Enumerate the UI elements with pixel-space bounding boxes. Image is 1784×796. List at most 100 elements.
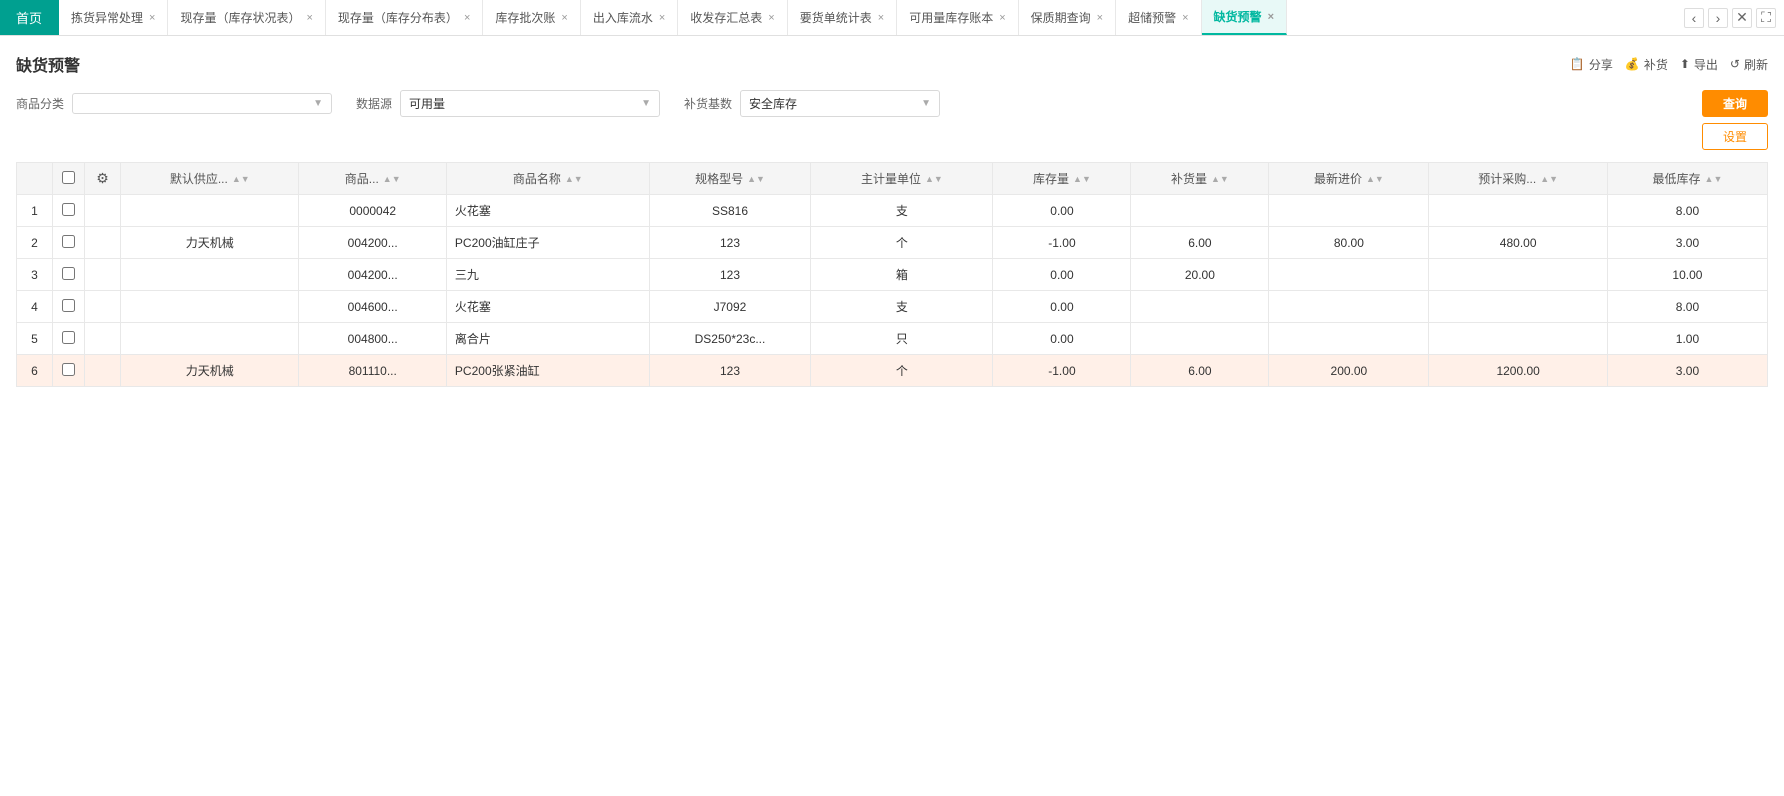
cell-settings-0 xyxy=(85,195,121,227)
th-name-sort-icon[interactable]: ▲▼ xyxy=(565,174,583,184)
share-label: 分享 xyxy=(1589,56,1613,73)
tab-overstock[interactable]: 超储预警× xyxy=(1116,0,1201,35)
cell-unit-0: 支 xyxy=(811,195,993,227)
refresh-button[interactable]: ↺ 刷新 xyxy=(1730,56,1768,73)
tab-stock2-close-icon[interactable]: × xyxy=(464,12,470,24)
tab-stock1[interactable]: 现存量（库存状况表）× xyxy=(168,0,325,35)
row-checkbox-1[interactable] xyxy=(62,235,75,248)
cell-check-5[interactable] xyxy=(53,355,85,387)
tab-receipt-close-icon[interactable]: × xyxy=(768,12,774,24)
tab-inout-label: 出入库流水 xyxy=(593,9,653,26)
tab-available[interactable]: 可用量库存账本 × xyxy=(897,0,1018,35)
query-button[interactable]: 查询 xyxy=(1702,90,1768,117)
th-replenish-label: 补货量 xyxy=(1171,170,1207,187)
cell-minstock-2: 10.00 xyxy=(1607,259,1767,291)
tab-stock2[interactable]: 现存量（库存分布表） × xyxy=(326,0,483,35)
th-spec: 规格型号 ▲▼ xyxy=(649,163,811,195)
th-code-sort-icon[interactable]: ▲▼ xyxy=(383,174,401,184)
filter-replenish-arrow-icon: ▼ xyxy=(921,98,931,109)
replenish-button[interactable]: 💰 补货 xyxy=(1625,56,1668,73)
row-checkbox-2[interactable] xyxy=(62,267,75,280)
th-estimate-label: 预计采购... xyxy=(1478,170,1536,187)
share-button[interactable]: 📋 分享 xyxy=(1570,56,1613,73)
filter-replenish-label: 补货基数 xyxy=(684,95,732,112)
cell-replenish-1: 6.00 xyxy=(1131,227,1269,259)
cell-stock-2: 0.00 xyxy=(993,259,1131,291)
cell-stock-1: -1.00 xyxy=(993,227,1131,259)
cell-supplier-5: 力天机械 xyxy=(121,355,299,387)
nav-next-btn[interactable]: › xyxy=(1708,8,1728,28)
cell-replenish-3 xyxy=(1131,291,1269,323)
tab-available-close-icon[interactable]: × xyxy=(999,12,1005,24)
settings-gear-icon[interactable]: ⚙ xyxy=(96,170,109,186)
filter-category-select[interactable]: ▼ xyxy=(72,93,332,114)
top-nav: 首页 拣货异常处理×现存量（库存状况表）×现存量（库存分布表）×库存批次账×出入… xyxy=(0,0,1784,36)
cell-check-1[interactable] xyxy=(53,227,85,259)
th-estimate-sort-icon[interactable]: ▲▼ xyxy=(1540,174,1558,184)
export-button[interactable]: ⬆ 导出 xyxy=(1680,56,1718,73)
th-stock-sort-icon[interactable]: ▲▼ xyxy=(1073,174,1091,184)
filter-datasource-select[interactable]: 可用量 ▼ xyxy=(400,90,660,117)
cell-name-2: 三九 xyxy=(446,259,649,291)
page-content: 缺货预警 📋 分享 💰 补货 ⬆ 导出 ↺ 刷新 商品分类 xyxy=(0,36,1784,796)
tab-batch[interactable]: 库存批次账 × xyxy=(483,0,580,35)
cell-check-0[interactable] xyxy=(53,195,85,227)
th-replenish-sort-icon[interactable]: ▲▼ xyxy=(1211,174,1229,184)
th-stock-label: 库存量 xyxy=(1033,170,1069,187)
row-checkbox-3[interactable] xyxy=(62,299,75,312)
settings-button[interactable]: 设置 xyxy=(1702,123,1768,150)
tab-abnormal[interactable]: 拣货异常处理× xyxy=(59,0,168,35)
select-all-checkbox[interactable] xyxy=(62,171,75,184)
tab-inout-close-icon[interactable]: × xyxy=(659,12,665,24)
row-checkbox-4[interactable] xyxy=(62,331,75,344)
tab-overstock-close-icon[interactable]: × xyxy=(1182,12,1188,24)
tab-expiry-close-icon[interactable]: × xyxy=(1097,12,1103,24)
tab-available-label: 可用量库存账本 xyxy=(909,9,993,26)
data-table: ⚙ 默认供应... ▲▼ 商品... ▲▼ 商品名称 xyxy=(16,162,1768,387)
tab-batch-close-icon[interactable]: × xyxy=(561,12,567,24)
cell-supplier-1: 力天机械 xyxy=(121,227,299,259)
row-checkbox-0[interactable] xyxy=(62,203,75,216)
cell-minstock-1: 3.00 xyxy=(1607,227,1767,259)
filter-replenish-group: 补货基数 安全库存 ▼ xyxy=(684,90,940,117)
cell-check-2[interactable] xyxy=(53,259,85,291)
cell-unit-2: 箱 xyxy=(811,259,993,291)
tab-home[interactable]: 首页 xyxy=(0,0,59,35)
tab-expiry[interactable]: 保质期查询 × xyxy=(1019,0,1116,35)
refresh-label: 刷新 xyxy=(1744,56,1768,73)
tab-stock2-label: 现存量（库存分布表） xyxy=(338,9,458,26)
share-icon: 📋 xyxy=(1570,57,1585,71)
filter-replenish-select[interactable]: 安全库存 ▼ xyxy=(740,90,940,117)
cell-estimate-5: 1200.00 xyxy=(1429,355,1607,387)
cell-estimate-4 xyxy=(1429,323,1607,355)
cell-price-5: 200.00 xyxy=(1269,355,1429,387)
nav-close-btn[interactable]: ✕ xyxy=(1732,8,1752,28)
tab-receipt[interactable]: 收发存汇总表× xyxy=(678,0,787,35)
nav-fullscreen-btn[interactable]: ⛶ xyxy=(1756,8,1776,28)
cell-check-4[interactable] xyxy=(53,323,85,355)
th-price-sort-icon[interactable]: ▲▼ xyxy=(1366,174,1384,184)
th-spec-sort-icon[interactable]: ▲▼ xyxy=(747,174,765,184)
cell-minstock-0: 8.00 xyxy=(1607,195,1767,227)
tab-inout[interactable]: 出入库流水 × xyxy=(581,0,678,35)
tab-shortage[interactable]: 缺货预警× xyxy=(1202,0,1287,35)
tab-shortage-close-icon[interactable]: × xyxy=(1268,11,1274,23)
tab-stock1-close-icon[interactable]: × xyxy=(306,12,312,24)
tab-demand-close-icon[interactable]: × xyxy=(878,12,884,24)
tab-batch-label: 库存批次账 xyxy=(495,9,555,26)
table-row: 6 力天机械 801110... PC200张紧油缸 123 个 -1.00 6… xyxy=(17,355,1768,387)
filter-category-group: 商品分类 ▼ xyxy=(16,93,332,114)
tab-abnormal-close-icon[interactable]: × xyxy=(149,12,155,24)
th-supplier-sort-icon[interactable]: ▲▼ xyxy=(232,174,250,184)
th-estimate: 预计采购... ▲▼ xyxy=(1429,163,1607,195)
th-minstock-sort-icon[interactable]: ▲▼ xyxy=(1705,174,1723,184)
tab-demand[interactable]: 要货单统计表× xyxy=(788,0,897,35)
cell-unit-5: 个 xyxy=(811,355,993,387)
row-checkbox-5[interactable] xyxy=(62,363,75,376)
tab-expiry-label: 保质期查询 xyxy=(1031,9,1091,26)
cell-code-2: 004200... xyxy=(299,259,446,291)
th-unit-sort-icon[interactable]: ▲▼ xyxy=(925,174,943,184)
cell-check-3[interactable] xyxy=(53,291,85,323)
filter-datasource-value: 可用量 xyxy=(409,95,445,112)
nav-prev-btn[interactable]: ‹ xyxy=(1684,8,1704,28)
